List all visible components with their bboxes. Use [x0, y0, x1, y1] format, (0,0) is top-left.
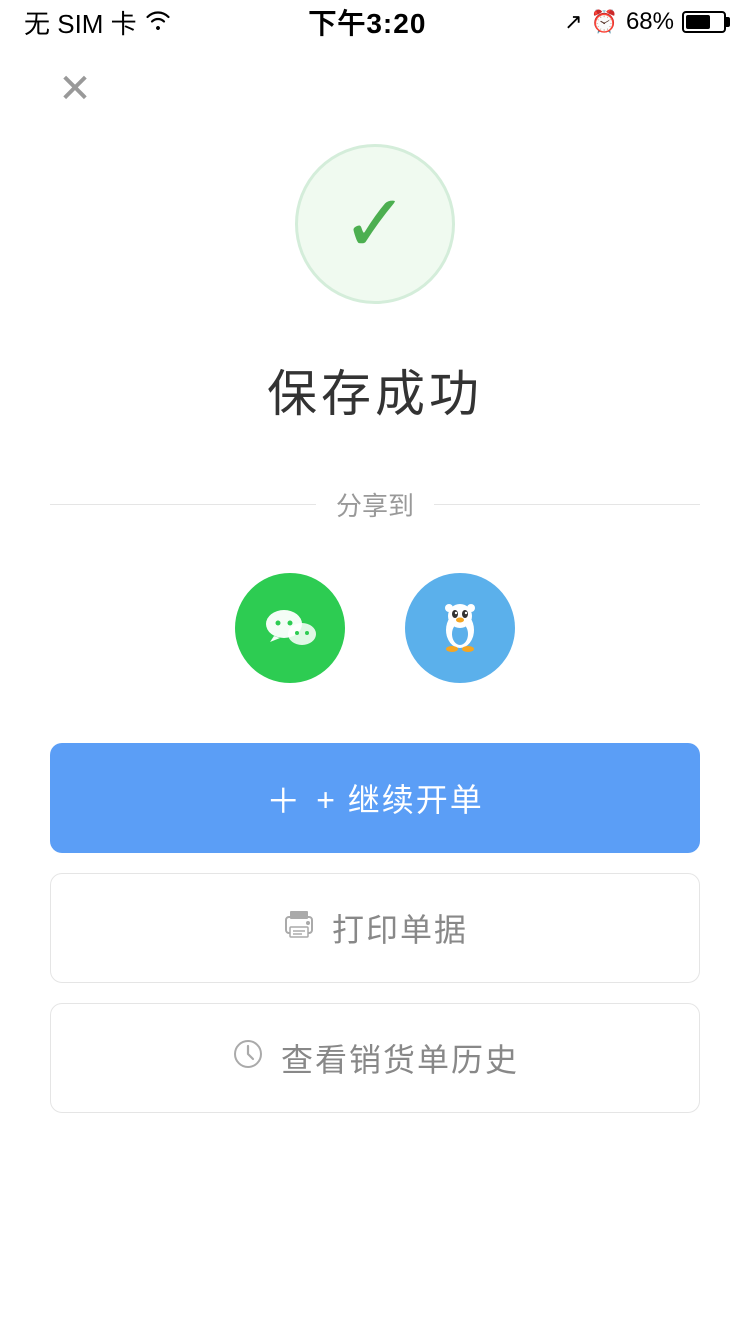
history-icon	[231, 1037, 265, 1080]
qq-share-button[interactable]	[405, 573, 515, 683]
status-bar: 无 SIM 卡 下午3:20 ↗ ⏰ 68%	[0, 0, 750, 44]
divider-line-right	[434, 504, 700, 505]
status-right: ↗ ⏰ 68%	[564, 8, 726, 36]
location-icon: ↗	[564, 9, 582, 35]
history-button[interactable]: 查看销货单历史	[50, 1003, 700, 1113]
share-icons-container	[235, 573, 515, 683]
alarm-icon: ⏰	[591, 9, 618, 35]
close-button[interactable]: ✕	[50, 64, 100, 114]
share-label: 分享到	[336, 486, 414, 523]
qq-icon	[430, 598, 490, 658]
close-icon: ✕	[58, 69, 92, 109]
continue-button[interactable]: ＋ + 继续开单	[50, 743, 700, 853]
battery-percent: 68%	[626, 8, 674, 36]
share-divider: 分享到	[50, 486, 700, 523]
battery-icon	[682, 11, 726, 33]
main-content: ✕ ✓ 保存成功 分享到	[0, 44, 750, 1163]
divider-line-left	[50, 504, 316, 505]
success-title: 保存成功	[267, 354, 483, 426]
success-icon-circle: ✓	[295, 144, 455, 304]
print-button[interactable]: 打印单据	[50, 873, 700, 983]
wechat-icon	[258, 596, 323, 661]
status-left: 无 SIM 卡	[24, 4, 171, 41]
print-button-label: 打印单据	[332, 905, 468, 951]
action-buttons: ＋ + 继续开单 打印单据	[50, 743, 700, 1113]
checkmark-icon: ✓	[341, 184, 408, 264]
print-icon	[282, 907, 316, 950]
continue-button-label: + 继续开单	[316, 775, 484, 821]
no-sim-label: 无 SIM 卡	[24, 4, 137, 41]
history-button-label: 查看销货单历史	[281, 1035, 519, 1081]
plus-icon: ＋	[266, 774, 300, 823]
wechat-share-button[interactable]	[235, 573, 345, 683]
status-time: 下午3:20	[308, 2, 426, 42]
wifi-icon	[145, 8, 171, 36]
